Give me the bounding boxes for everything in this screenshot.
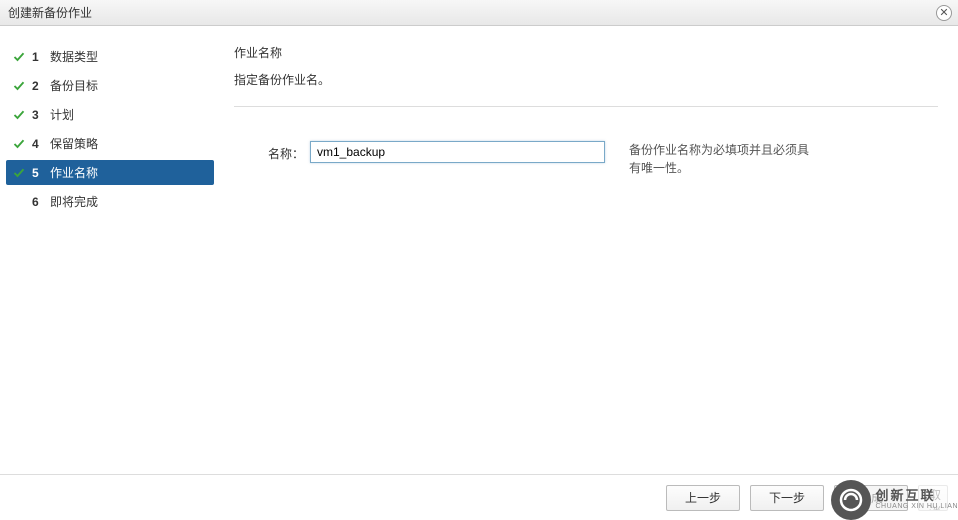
main-panel: 作业名称 指定备份作业名。 名称： 备份作业名称为必填项并且必须具有唯一性。 bbox=[220, 26, 958, 474]
titlebar: 创建新备份作业 ✕ bbox=[0, 0, 958, 26]
sidebar-item-ready[interactable]: 6 即将完成 bbox=[6, 189, 214, 214]
step-label: 计划 bbox=[50, 106, 74, 123]
step-number: 1 bbox=[32, 50, 44, 64]
name-hint: 备份作业名称为必填项并且必须具有唯一性。 bbox=[629, 141, 809, 177]
step-number: 3 bbox=[32, 108, 44, 122]
step-number: 5 bbox=[32, 166, 44, 180]
check-icon bbox=[12, 50, 26, 64]
name-input[interactable] bbox=[310, 141, 605, 163]
divider bbox=[234, 106, 938, 107]
body-area: 1 数据类型 2 备份目标 3 计划 4 保留策略 bbox=[0, 26, 958, 474]
step-number: 6 bbox=[32, 195, 44, 209]
check-icon bbox=[12, 166, 26, 180]
footer: 上一步 下一步 完成 取消 bbox=[0, 474, 958, 520]
step-number: 4 bbox=[32, 137, 44, 151]
step-label: 作业名称 bbox=[50, 164, 98, 181]
close-button[interactable]: ✕ bbox=[936, 5, 952, 21]
form-row-name: 名称： 备份作业名称为必填项并且必须具有唯一性。 bbox=[234, 141, 938, 177]
sidebar-item-schedule[interactable]: 3 计划 bbox=[6, 102, 214, 127]
check-icon bbox=[12, 137, 26, 151]
step-label: 保留策略 bbox=[50, 135, 98, 152]
window-title: 创建新备份作业 bbox=[8, 4, 92, 21]
prev-button[interactable]: 上一步 bbox=[666, 485, 740, 511]
page-title: 作业名称 bbox=[234, 44, 938, 61]
check-icon bbox=[12, 79, 26, 93]
step-label: 备份目标 bbox=[50, 77, 98, 94]
sidebar-item-job-name[interactable]: 5 作业名称 bbox=[6, 160, 214, 185]
sidebar-item-data-type[interactable]: 1 数据类型 bbox=[6, 44, 214, 69]
wizard-sidebar: 1 数据类型 2 备份目标 3 计划 4 保留策略 bbox=[0, 26, 220, 474]
page-subtitle: 指定备份作业名。 bbox=[234, 71, 938, 88]
cancel-button[interactable]: 取消 bbox=[918, 485, 948, 511]
step-label: 数据类型 bbox=[50, 48, 98, 65]
sidebar-item-retention[interactable]: 4 保留策略 bbox=[6, 131, 214, 156]
next-button[interactable]: 下一步 bbox=[750, 485, 824, 511]
step-label: 即将完成 bbox=[50, 193, 98, 210]
finish-button: 完成 bbox=[834, 485, 908, 511]
name-label: 名称： bbox=[254, 141, 304, 162]
check-icon bbox=[12, 108, 26, 122]
step-number: 2 bbox=[32, 79, 44, 93]
close-icon: ✕ bbox=[939, 8, 948, 19]
sidebar-item-backup-target[interactable]: 2 备份目标 bbox=[6, 73, 214, 98]
blank-icon bbox=[12, 195, 26, 209]
